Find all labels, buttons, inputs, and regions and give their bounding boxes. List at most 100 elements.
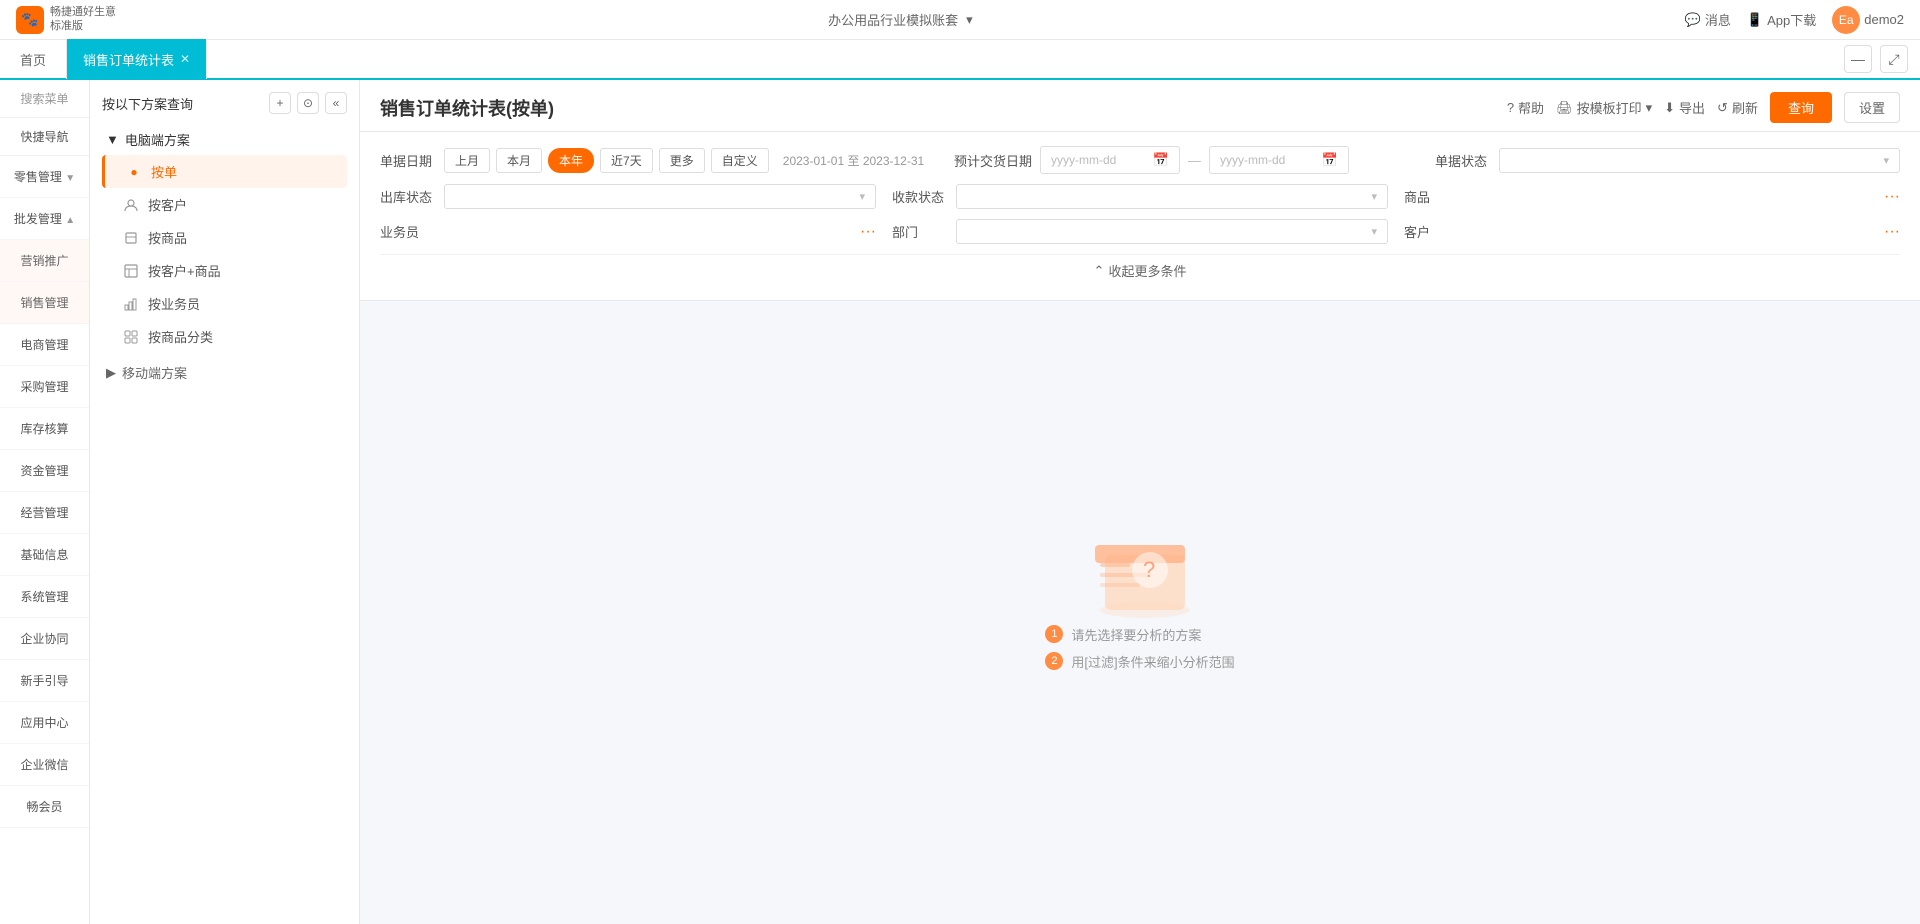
last-month-btn[interactable]: 上月 xyxy=(444,148,490,173)
custom-date-btn[interactable]: 自定义 xyxy=(711,148,769,173)
sidebar-item-member[interactable]: 畅会员 xyxy=(0,786,89,828)
sidebar-item-retail[interactable]: 零售管理 ▼ xyxy=(0,156,89,198)
page-title: 销售订单统计表(按单) xyxy=(380,95,554,121)
sidebar-item-marketing[interactable]: 营销推广 xyxy=(0,240,89,282)
empty-illustration: ? xyxy=(1080,515,1200,615)
last-7-days-btn[interactable]: 近7天 xyxy=(600,148,653,173)
tab-home[interactable]: 首页 xyxy=(0,39,67,79)
sidebar-item-purchase[interactable]: 采购管理 xyxy=(0,366,89,408)
sidebar-item-wholesale[interactable]: 批发管理 ▲ xyxy=(0,198,89,240)
filter-area: 单据日期 上月 本月 本年 近7天 更多 自定义 2023-01-01 至 20… xyxy=(360,132,1920,301)
scheme-group-desktop-title[interactable]: ▼ 电脑端方案 xyxy=(102,124,347,155)
content-area: 按以下方案查询 + ⊙ « ▼ 电脑端方案 xyxy=(90,80,1920,924)
sidebar-item-operation[interactable]: 经营管理 xyxy=(0,492,89,534)
department-arrow-icon: ▾ xyxy=(1371,225,1377,238)
top-bar-right: 💬 消息 📱 App下载 Ea demo2 xyxy=(1685,6,1904,34)
export-icon: ⬇ xyxy=(1664,100,1675,116)
filter-row-3: 业务员 ··· 部门 ▾ 客户 ··· xyxy=(380,219,1900,244)
department-select[interactable]: ▾ xyxy=(956,219,1388,244)
scheme-group-desktop: ▼ 电脑端方案 ● 按单 按客户 xyxy=(102,124,347,353)
salesperson-dots-btn[interactable]: ··· xyxy=(860,223,876,241)
sidebar-item-app-center[interactable]: 应用中心 xyxy=(0,702,89,744)
chevron-down-icon[interactable]: ▾ xyxy=(966,12,973,28)
scheme-panel-header: 按以下方案查询 + ⊙ « xyxy=(102,92,347,114)
search-menu-btn[interactable]: 搜索菜单 xyxy=(0,80,89,118)
wholesale-arrow-icon: ▲ xyxy=(65,215,75,226)
export-btn[interactable]: ⬇ 导出 xyxy=(1664,98,1705,117)
order-status-select[interactable]: ▾ xyxy=(1499,148,1900,173)
ship-status-arrow-icon: ▾ xyxy=(859,190,865,203)
scheme-item-by-product-category[interactable]: 按商品分类 xyxy=(102,320,347,353)
scheme-item-by-product[interactable]: 按商品 xyxy=(102,221,347,254)
date-label: 单据日期 xyxy=(380,151,436,170)
collapse-filter-btn[interactable]: ⌃ 收起更多条件 xyxy=(380,254,1900,286)
help-btn[interactable]: ? 帮助 xyxy=(1507,98,1544,117)
maximize-icon: ⤢ xyxy=(1888,51,1899,68)
close-tab-icon[interactable]: ✕ xyxy=(180,52,190,66)
template-print-btn[interactable]: 🖨 按模板打印 ▾ xyxy=(1556,98,1652,117)
by-product-category-icon xyxy=(122,328,140,346)
scheme-panel-actions: + ⊙ « xyxy=(269,92,347,114)
by-salesperson-icon xyxy=(122,295,140,313)
payment-status-select[interactable]: ▾ xyxy=(956,184,1388,209)
ship-status-select[interactable]: ▾ xyxy=(444,184,876,209)
message-icon: 💬 xyxy=(1685,12,1701,28)
retail-arrow-icon: ▼ xyxy=(65,173,75,184)
ship-status-group: 出库状态 ▾ xyxy=(380,184,876,209)
main-layout: 搜索菜单 快捷导航 零售管理 ▼ 批发管理 ▲ 营销推广 销售管理 电商管理 采… xyxy=(0,80,1920,924)
page-header: 销售订单统计表(按单) ? 帮助 🖨 按模板打印 ▾ ⬇ 导出 xyxy=(360,80,1920,132)
sidebar-item-system[interactable]: 系统管理 xyxy=(0,576,89,618)
scheme-group-mobile-title[interactable]: ▶ 移动端方案 xyxy=(102,357,347,388)
collapse-scheme-btn[interactable]: « xyxy=(325,92,347,114)
this-year-btn[interactable]: 本年 xyxy=(548,148,594,173)
message-btn[interactable]: 💬 消息 xyxy=(1685,10,1731,29)
customer-dots-btn[interactable]: ··· xyxy=(1884,223,1900,241)
sidebar-item-inventory[interactable]: 库存核算 xyxy=(0,408,89,450)
app-download-btn[interactable]: 📱 App下载 xyxy=(1747,10,1816,29)
results-area: ? 1 请先选择要分析的方案 2 用[过滤]条件来缩小分析范围 xyxy=(360,301,1920,924)
top-bar-center[interactable]: 办公用品行业模拟账套 ▾ xyxy=(828,10,973,29)
sidebar-item-enterprise[interactable]: 企业协同 xyxy=(0,618,89,660)
department-label: 部门 xyxy=(892,222,948,241)
scheme-item-by-salesperson[interactable]: 按业务员 xyxy=(102,287,347,320)
product-group: 商品 ··· xyxy=(1404,187,1900,206)
query-btn[interactable]: 查询 xyxy=(1770,92,1832,123)
right-panel: 销售订单统计表(按单) ? 帮助 🖨 按模板打印 ▾ ⬇ 导出 xyxy=(360,80,1920,924)
user-area[interactable]: Ea demo2 xyxy=(1832,6,1904,34)
salesperson-group: 业务员 ··· xyxy=(380,222,876,241)
scheme-item-by-order[interactable]: ● 按单 xyxy=(102,155,347,188)
sidebar-item-finance[interactable]: 资金管理 xyxy=(0,450,89,492)
expected-date-group: 预计交货日期 yyyy-mm-dd 📅 — yyyy-mm-dd 📅 xyxy=(954,146,1419,174)
sidebar-item-sales[interactable]: 销售管理 xyxy=(0,282,89,324)
maximize-btn[interactable]: ⤢ xyxy=(1880,45,1908,73)
expected-date-from[interactable]: yyyy-mm-dd 📅 xyxy=(1040,146,1180,174)
date-filter-group: 单据日期 上月 本月 本年 近7天 更多 自定义 2023-01-01 至 20… xyxy=(380,148,938,173)
add-scheme-btn[interactable]: + xyxy=(269,92,291,114)
quick-nav-btn[interactable]: 快捷导航 xyxy=(0,118,89,156)
setting-btn[interactable]: 设置 xyxy=(1844,92,1900,123)
order-status-arrow-icon: ▾ xyxy=(1883,154,1889,167)
product-dots-btn[interactable]: ··· xyxy=(1884,188,1900,206)
group-arrow-down-icon: ▼ xyxy=(106,132,119,147)
tab-sales-order-stat[interactable]: 销售订单统计表 ✕ xyxy=(67,39,207,79)
refresh-btn[interactable]: ↺ 刷新 xyxy=(1717,98,1758,117)
date-range-text: 2023-01-01 至 2023-12-31 xyxy=(783,152,924,169)
scheme-group-mobile: ▶ 移动端方案 xyxy=(102,357,347,388)
more-date-btn[interactable]: 更多 xyxy=(659,148,705,173)
sidebar: 搜索菜单 快捷导航 零售管理 ▼ 批发管理 ▲ 营销推广 销售管理 电商管理 采… xyxy=(0,80,90,924)
date-buttons: 上月 本月 本年 近7天 更多 自定义 xyxy=(444,148,769,173)
scheme-item-by-customer[interactable]: 按客户 xyxy=(102,188,347,221)
sidebar-item-newbie[interactable]: 新手引导 xyxy=(0,660,89,702)
sidebar-item-wechat[interactable]: 企业微信 xyxy=(0,744,89,786)
sidebar-item-ecommerce[interactable]: 电商管理 xyxy=(0,324,89,366)
by-customer-icon xyxy=(122,196,140,214)
this-month-btn[interactable]: 本月 xyxy=(496,148,542,173)
settings-scheme-btn[interactable]: ⊙ xyxy=(297,92,319,114)
minimize-btn[interactable]: — xyxy=(1844,45,1872,73)
sidebar-item-basic[interactable]: 基础信息 xyxy=(0,534,89,576)
empty-state: ? 1 请先选择要分析的方案 2 用[过滤]条件来缩小分析范围 xyxy=(1045,515,1234,671)
customer-group: 客户 ··· xyxy=(1404,222,1900,241)
scheme-item-by-customer-product[interactable]: 按客户+商品 xyxy=(102,254,347,287)
refresh-icon: ↺ xyxy=(1717,100,1728,116)
expected-date-to[interactable]: yyyy-mm-dd 📅 xyxy=(1209,146,1349,174)
